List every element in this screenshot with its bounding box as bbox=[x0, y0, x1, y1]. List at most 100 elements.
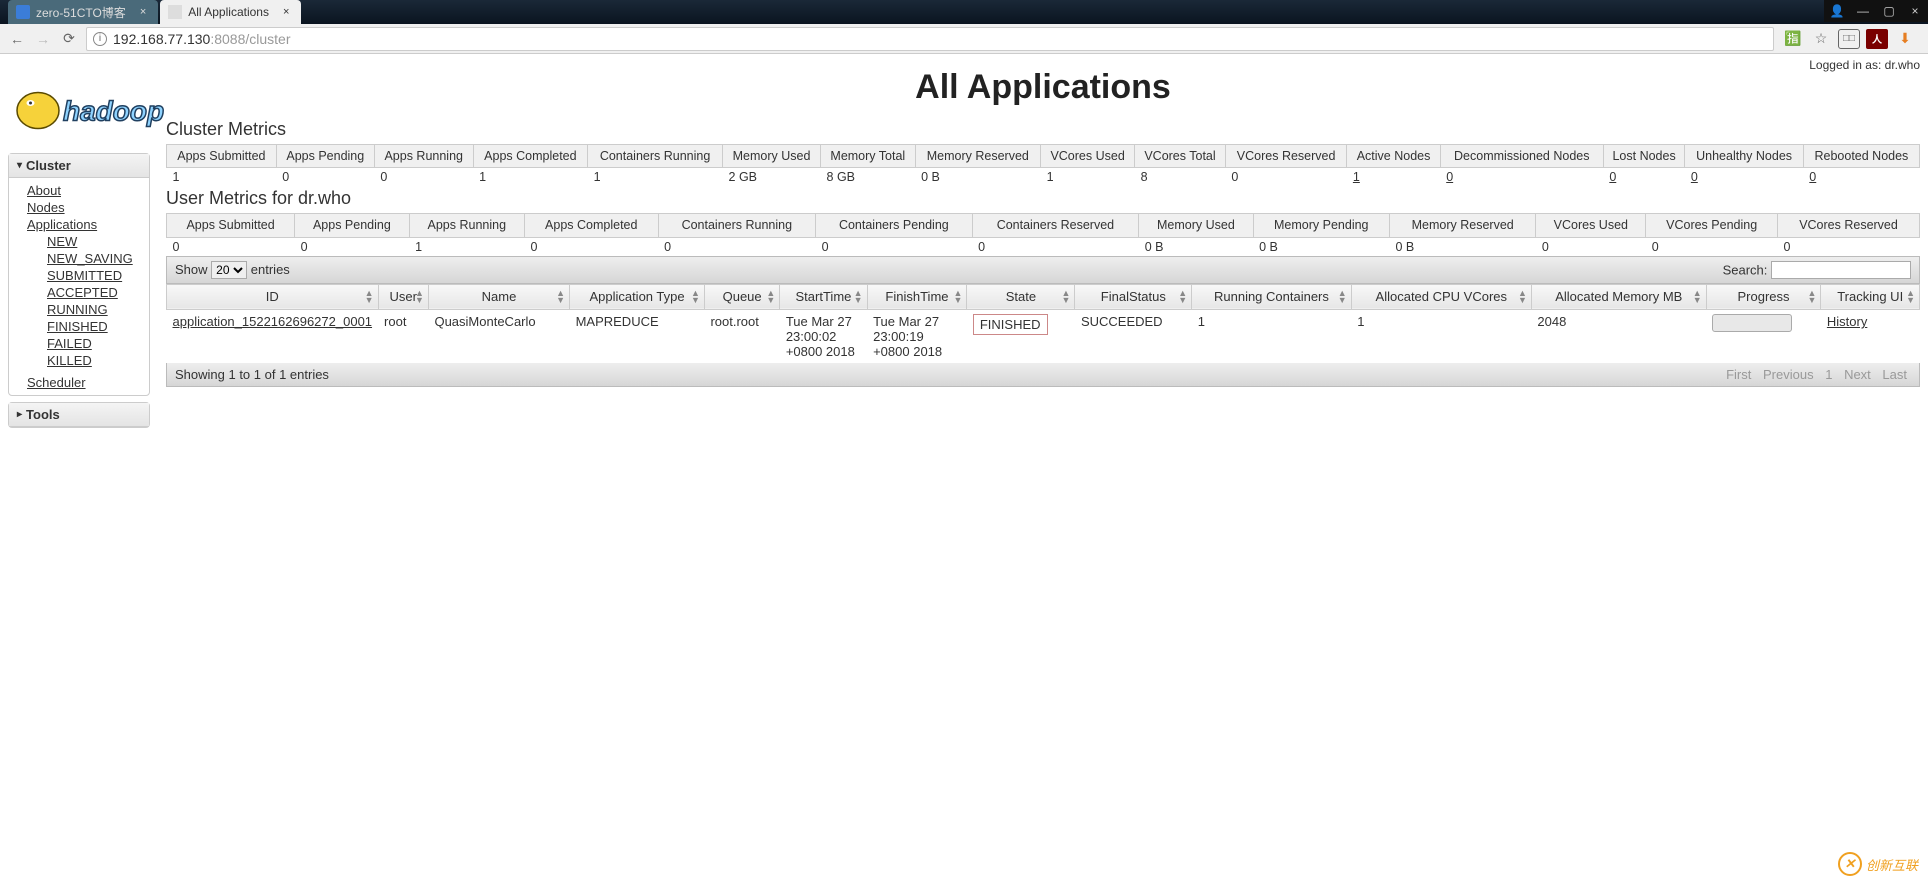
um-h-apps-running: Apps Running bbox=[409, 214, 524, 237]
cm-rebooted-nodes-link[interactable]: 0 bbox=[1809, 170, 1816, 184]
apps-h-id[interactable]: ID▲▼ bbox=[167, 284, 379, 310]
apps-h-finalstatus[interactable]: FinalStatus▲▼ bbox=[1075, 284, 1192, 310]
um-h-apps-submitted: Apps Submitted bbox=[167, 214, 295, 237]
um-v-vcores-reserved: 0 bbox=[1778, 237, 1920, 256]
sidebar-nodes[interactable]: Nodes bbox=[27, 200, 65, 215]
user-icon[interactable]: 👤 bbox=[1824, 0, 1850, 22]
sidebar-cluster-label: Cluster bbox=[26, 158, 71, 173]
cm-lost-nodes-link[interactable]: 0 bbox=[1609, 170, 1616, 184]
sidebar-tools-header[interactable]: ▸ Tools bbox=[9, 403, 149, 427]
apps-h-progress[interactable]: Progress▲▼ bbox=[1706, 284, 1821, 310]
datatable-top-controls: Show 20 entries Search: bbox=[166, 256, 1920, 284]
sidebar-app-accepted[interactable]: ACCEPTED bbox=[47, 285, 118, 300]
cm-v-apps-pending: 0 bbox=[276, 168, 374, 187]
sidebar-about[interactable]: About bbox=[27, 183, 61, 198]
um-h-vcores-reserved: VCores Reserved bbox=[1778, 214, 1920, 237]
sidebar-app-finished[interactable]: FINISHED bbox=[47, 319, 108, 334]
apps-h-state[interactable]: State▲▼ bbox=[967, 284, 1075, 310]
browser-tab-1[interactable]: zero-51CTO博客 × bbox=[8, 0, 158, 24]
sidebar-applications[interactable]: Applications bbox=[27, 217, 97, 232]
apps-h-user[interactable]: User▲▼ bbox=[378, 284, 428, 310]
translate-icon[interactable]: 🈯 bbox=[1782, 29, 1804, 49]
cm-v-memory-total: 8 GB bbox=[821, 168, 916, 187]
reload-icon[interactable]: ⟳ bbox=[60, 30, 78, 48]
um-h-containers-running: Containers Running bbox=[658, 214, 815, 237]
sort-icon: ▲▼ bbox=[766, 290, 775, 304]
app-state: FINISHED bbox=[973, 314, 1048, 335]
cm-unhealthy-nodes-link[interactable]: 0 bbox=[1691, 170, 1698, 184]
extension-icon[interactable]: □□ bbox=[1838, 29, 1860, 49]
pager-first[interactable]: First bbox=[1722, 367, 1755, 382]
apps-h-alloc-mem[interactable]: Allocated Memory MB▲▼ bbox=[1531, 284, 1706, 310]
sidebar-cluster-header[interactable]: ▾ Cluster bbox=[9, 154, 149, 178]
apps-h-running-containers[interactable]: Running Containers▲▼ bbox=[1192, 284, 1352, 310]
browser-tab-2-active[interactable]: All Applications × bbox=[160, 0, 301, 24]
url-path: /cluster bbox=[245, 31, 290, 47]
cm-v-unhealthy-nodes: 0 bbox=[1685, 168, 1803, 187]
sort-icon: ▲▼ bbox=[1693, 290, 1702, 304]
close-tab-icon[interactable]: × bbox=[283, 6, 289, 18]
sidebar-tools-panel: ▸ Tools bbox=[8, 402, 150, 428]
cm-v-vcores-reserved: 0 bbox=[1225, 168, 1347, 187]
um-v-apps-running: 1 bbox=[409, 237, 524, 256]
site-info-icon[interactable]: i bbox=[93, 32, 107, 46]
cm-h-decommissioned-nodes: Decommissioned Nodes bbox=[1440, 145, 1603, 168]
apps-h-queue[interactable]: Queue▲▼ bbox=[704, 284, 779, 310]
cm-v-apps-running: 0 bbox=[374, 168, 473, 187]
apps-h-starttime[interactable]: StartTime▲▼ bbox=[780, 284, 867, 310]
um-h-memory-used: Memory Used bbox=[1139, 214, 1253, 237]
cm-decom-nodes-link[interactable]: 0 bbox=[1446, 170, 1453, 184]
sidebar-app-new-saving[interactable]: NEW_SAVING bbox=[47, 251, 133, 266]
sort-icon: ▲▼ bbox=[1518, 290, 1527, 304]
app-finishtime: Tue Mar 27 23:00:19 +0800 2018 bbox=[867, 310, 967, 364]
apps-h-alloc-cpu[interactable]: Allocated CPU VCores▲▼ bbox=[1351, 284, 1531, 310]
entries-label: entries bbox=[251, 262, 290, 277]
apps-h-finishtime[interactable]: FinishTime▲▼ bbox=[867, 284, 967, 310]
um-h-vcores-pending: VCores Pending bbox=[1646, 214, 1778, 237]
apps-h-tracking[interactable]: Tracking UI▲▼ bbox=[1821, 284, 1920, 310]
sort-icon: ▲▼ bbox=[1807, 290, 1816, 304]
window-controls: 👤 — ▢ × bbox=[1824, 0, 1928, 22]
download-extension-icon[interactable]: ⬇ bbox=[1894, 29, 1916, 49]
apps-h-apptype[interactable]: Application Type▲▼ bbox=[570, 284, 705, 310]
sidebar-app-running[interactable]: RUNNING bbox=[47, 302, 108, 317]
um-v-containers-reserved: 0 bbox=[972, 237, 1139, 256]
pager-previous[interactable]: Previous bbox=[1759, 367, 1818, 382]
pager-next[interactable]: Next bbox=[1840, 367, 1875, 382]
pdf-extension-icon[interactable]: 人 bbox=[1866, 29, 1888, 49]
um-h-memory-reserved: Memory Reserved bbox=[1389, 214, 1535, 237]
sort-icon: ▲▼ bbox=[1906, 290, 1915, 304]
cm-active-nodes-link[interactable]: 1 bbox=[1353, 170, 1360, 184]
back-icon[interactable]: ← bbox=[8, 30, 26, 48]
um-h-containers-pending: Containers Pending bbox=[816, 214, 973, 237]
sidebar-app-new[interactable]: NEW bbox=[47, 234, 77, 249]
close-tab-icon[interactable]: × bbox=[140, 6, 146, 18]
table-row: application_1522162696272_0001 root Quas… bbox=[167, 310, 1920, 364]
sidebar-app-submitted[interactable]: SUBMITTED bbox=[47, 268, 122, 283]
cm-v-memory-used: 2 GB bbox=[723, 168, 821, 187]
star-icon[interactable]: ☆ bbox=[1810, 29, 1832, 49]
app-id-link[interactable]: application_1522162696272_0001 bbox=[173, 314, 373, 329]
sidebar-app-failed[interactable]: FAILED bbox=[47, 336, 92, 351]
sort-icon: ▲▼ bbox=[556, 290, 565, 304]
um-v-vcores-used: 0 bbox=[1536, 237, 1646, 256]
close-window-icon[interactable]: × bbox=[1902, 0, 1928, 22]
cm-v-memory-reserved: 0 B bbox=[915, 168, 1040, 187]
search-input[interactable] bbox=[1771, 261, 1911, 279]
maximize-icon[interactable]: ▢ bbox=[1876, 0, 1902, 22]
apps-h-name[interactable]: Name▲▼ bbox=[428, 284, 569, 310]
sidebar-scheduler[interactable]: Scheduler bbox=[27, 375, 86, 390]
cm-h-memory-used: Memory Used bbox=[723, 145, 821, 168]
forward-icon[interactable]: → bbox=[34, 30, 52, 48]
cm-h-lost-nodes: Lost Nodes bbox=[1603, 145, 1685, 168]
pager-last[interactable]: Last bbox=[1878, 367, 1911, 382]
entries-select[interactable]: 20 bbox=[211, 261, 247, 279]
minimize-icon[interactable]: — bbox=[1850, 0, 1876, 22]
url-input[interactable]: i 192.168.77.130:8088/cluster bbox=[86, 27, 1774, 51]
pager: First Previous 1 Next Last bbox=[1722, 367, 1911, 382]
sidebar-app-killed[interactable]: KILLED bbox=[47, 353, 92, 368]
app-tracking-link[interactable]: History bbox=[1827, 314, 1867, 329]
pager-current[interactable]: 1 bbox=[1821, 367, 1836, 382]
page-content: Logged in as: dr.who hadoop ▾ Cluster Ab… bbox=[0, 54, 1928, 450]
applications-table: ID▲▼ User▲▼ Name▲▼ Application Type▲▼ Qu… bbox=[166, 284, 1920, 364]
